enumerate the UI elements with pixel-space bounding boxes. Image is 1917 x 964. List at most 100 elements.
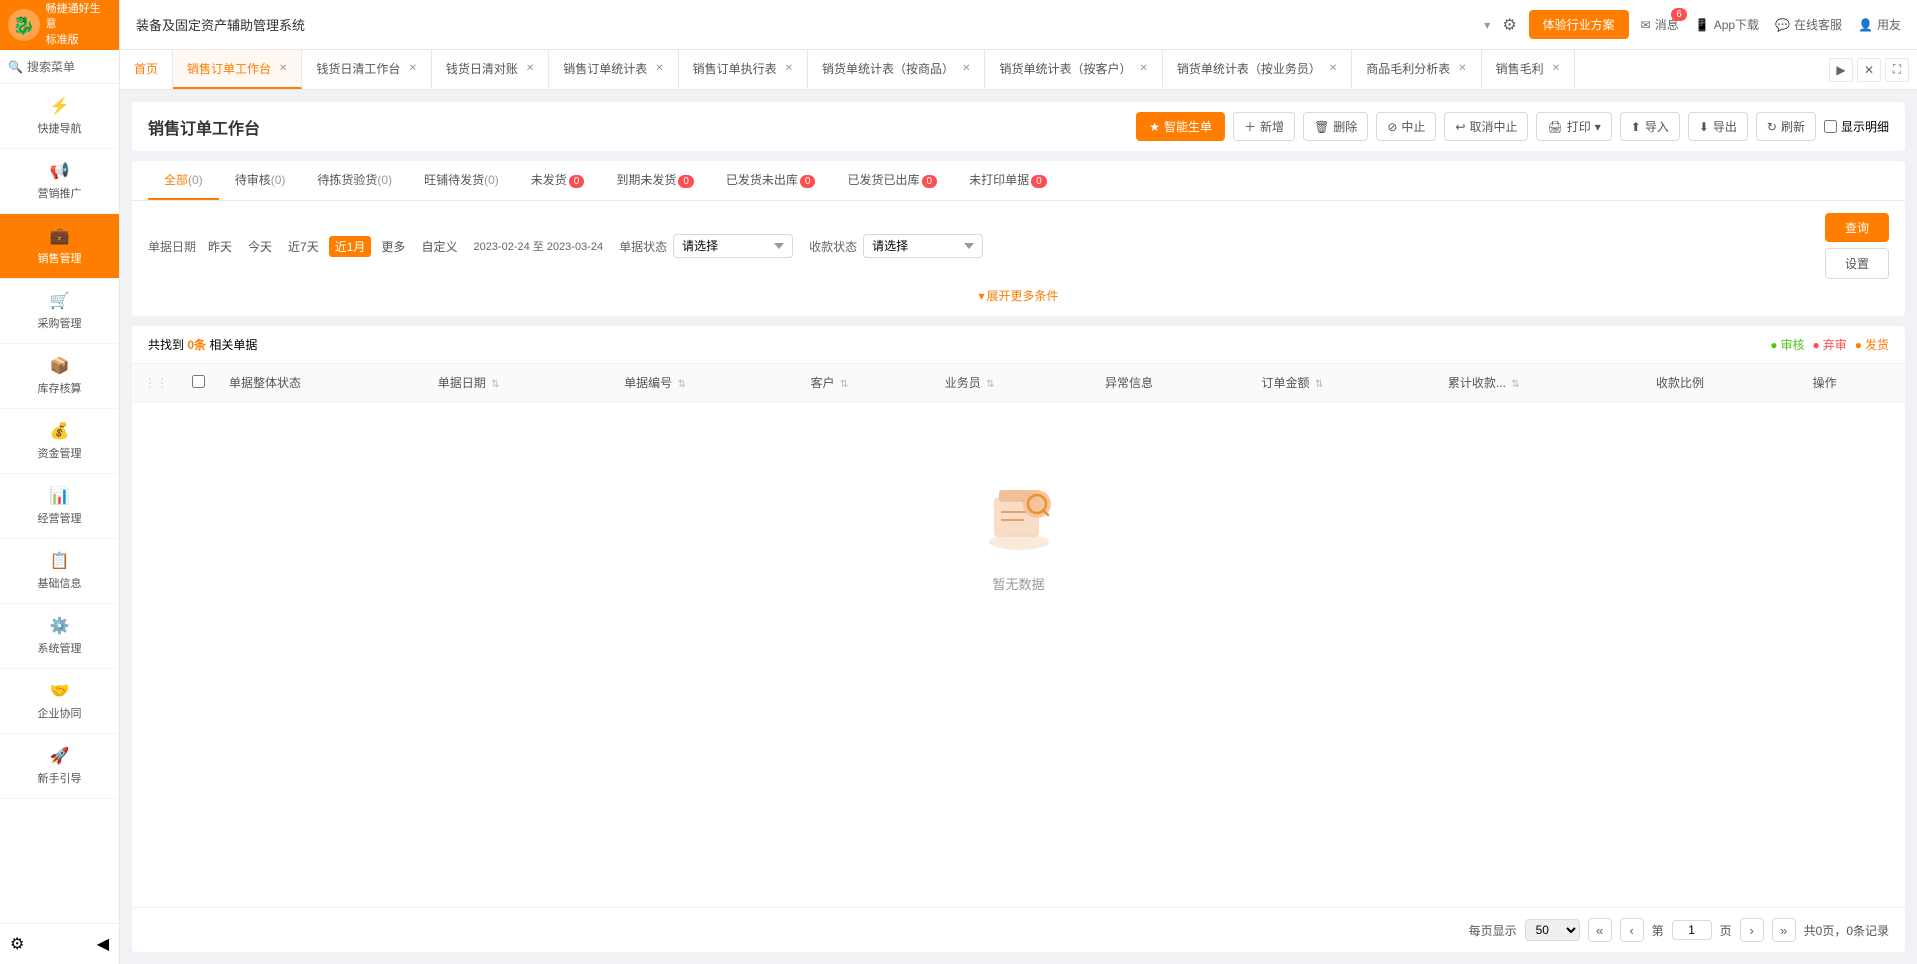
shortcut-7days[interactable]: 近7天 xyxy=(282,236,325,257)
tab-expand-icon[interactable]: ⛶ xyxy=(1885,58,1909,82)
tab-close-icon[interactable]: ✕ xyxy=(962,63,970,74)
tab-margin-analysis[interactable]: 商品毛利分析表 ✕ xyxy=(1352,50,1481,89)
user-item[interactable]: 👤 用友 xyxy=(1858,16,1901,33)
message-item[interactable]: ✉ 消息 6 xyxy=(1641,16,1679,33)
select-all-checkbox[interactable] xyxy=(192,375,205,388)
page-input[interactable] xyxy=(1672,920,1712,940)
tab-close-icon[interactable]: ✕ xyxy=(279,63,287,74)
import-button[interactable]: ⬆ 导入 xyxy=(1620,112,1680,141)
tab-sales-workbench[interactable]: 销售订单工作台 ✕ xyxy=(173,50,302,89)
sub-tab-wangpu-ship[interactable]: 旺铺待发货(0) xyxy=(408,161,515,200)
sub-tab-shipped-not-out[interactable]: 已发货未出库0 xyxy=(710,161,832,200)
sidebar-item-purchase[interactable]: 🛒 采购管理 xyxy=(0,279,119,344)
date-sort-icon[interactable]: ⇅ xyxy=(491,379,499,390)
tab-sales-exec[interactable]: 销售订单执行表 ✕ xyxy=(679,50,808,89)
online-service-item[interactable]: 💬 在线客服 xyxy=(1775,16,1842,33)
sidebar-item-inventory[interactable]: 📦 库存核算 xyxy=(0,344,119,409)
settings-gear-icon[interactable]: ⚙ xyxy=(1502,15,1516,35)
show-detail-checkbox-label[interactable]: 显示明细 xyxy=(1824,118,1889,135)
number-col-header[interactable]: 单据编号 ⇅ xyxy=(612,364,798,402)
tab-scroll-right-icon[interactable]: ▶ xyxy=(1829,58,1853,82)
ship-action-button[interactable]: ● 发货 xyxy=(1855,336,1889,353)
customer-col-header[interactable]: 客户 ⇅ xyxy=(798,364,932,402)
review-action-button[interactable]: ● 审核 xyxy=(1770,336,1804,353)
page-next-button[interactable]: › xyxy=(1740,918,1764,942)
amount-sort-icon[interactable]: ⇅ xyxy=(1315,379,1323,390)
sub-tab-pending-inspect[interactable]: 待拣货验货(0) xyxy=(301,161,408,200)
tab-sales-more[interactable]: 销售毛利 ✕ xyxy=(1482,50,1575,89)
shortcut-1month[interactable]: 近1月 xyxy=(329,236,372,257)
number-sort-icon[interactable]: ⇅ xyxy=(677,379,685,390)
sidebar-item-finance[interactable]: 💰 资金管理 xyxy=(0,409,119,474)
shortcut-yesterday[interactable]: 昨天 xyxy=(202,236,238,257)
page-first-button[interactable]: « xyxy=(1588,918,1612,942)
tab-close-icon[interactable]: ✕ xyxy=(655,63,663,74)
sub-tab-pending-review[interactable]: 待审核(0) xyxy=(219,161,302,200)
tab-close-icon[interactable]: ✕ xyxy=(1329,63,1337,74)
settings-icon[interactable]: ⚙ xyxy=(10,934,24,954)
sidebar-item-sales[interactable]: 💼 销售管理 xyxy=(0,214,119,279)
tab-close-icon[interactable]: ✕ xyxy=(408,63,416,74)
amount-col-header[interactable]: 订单金额 ⇅ xyxy=(1250,364,1436,402)
sidebar-item-guide[interactable]: 🚀 新手引导 xyxy=(0,734,119,799)
tab-close-all-icon[interactable]: ✕ xyxy=(1857,58,1881,82)
tab-sales-by-product[interactable]: 销货单统计表（按商品） ✕ xyxy=(808,50,985,89)
chevron-down-icon[interactable]: ▾ xyxy=(1484,18,1490,32)
checkbox-col-header[interactable] xyxy=(180,364,217,402)
date-col-header[interactable]: 单据日期 ⇅ xyxy=(426,364,612,402)
tab-close-icon[interactable]: ✕ xyxy=(1552,63,1560,74)
sidebar-item-operations[interactable]: 📊 经营管理 xyxy=(0,474,119,539)
suspend-button[interactable]: ⊘ 中止 xyxy=(1376,112,1436,141)
experience-btn[interactable]: 体验行业方案 xyxy=(1529,10,1629,39)
sidebar-item-cooperation[interactable]: 🤝 企业协同 xyxy=(0,669,119,734)
collect-filter-select[interactable]: 请选择 xyxy=(863,234,983,258)
cancel-suspend-button[interactable]: ↩ 取消中止 xyxy=(1444,112,1528,141)
tab-sales-by-customer[interactable]: 销货单统计表（按客户） ✕ xyxy=(985,50,1162,89)
tab-close-icon[interactable]: ✕ xyxy=(1458,63,1466,74)
tab-sales-stats[interactable]: 销售订单统计表 ✕ xyxy=(549,50,678,89)
per-page-select[interactable]: 50 10 20 100 xyxy=(1525,919,1580,941)
refresh-button[interactable]: ↻ 刷新 xyxy=(1756,112,1816,141)
tab-close-icon[interactable]: ✕ xyxy=(785,63,793,74)
status-filter-select[interactable]: 请选择 xyxy=(673,234,793,258)
smart-gen-button[interactable]: ★ 智能生单 xyxy=(1136,112,1225,141)
sub-tab-not-printed[interactable]: 未打印单据0 xyxy=(953,161,1063,200)
staff-sort-icon[interactable]: ⇅ xyxy=(986,379,994,390)
sub-tab-overdue-ship[interactable]: 到期未发货0 xyxy=(600,161,710,200)
sidebar-item-quick-nav[interactable]: ⚡ 快捷导航 xyxy=(0,84,119,149)
collapse-icon[interactable]: ◀ xyxy=(97,934,109,954)
tab-close-icon[interactable]: ✕ xyxy=(1139,63,1147,74)
sidebar-item-sys-mgmt[interactable]: ⚙️ 系统管理 xyxy=(0,604,119,669)
shortcut-custom[interactable]: 自定义 xyxy=(415,236,463,257)
query-button[interactable]: 查询 xyxy=(1825,213,1889,242)
sub-tab-all[interactable]: 全部(0) xyxy=(148,161,219,200)
expand-conditions-button[interactable]: ▾ 展开更多条件 xyxy=(978,287,1058,304)
empty-text: 暂无数据 xyxy=(992,574,1044,593)
export-button[interactable]: ⬇ 导出 xyxy=(1688,112,1748,141)
search-menu[interactable]: 🔍 搜索菜单 xyxy=(0,50,119,84)
shortcut-more[interactable]: 更多 xyxy=(375,236,411,257)
customer-sort-icon[interactable]: ⇅ xyxy=(840,379,848,390)
collected-col-header[interactable]: 累计收款... ⇅ xyxy=(1436,364,1644,402)
tab-sales-by-staff[interactable]: 销货单统计表（按业务员） ✕ xyxy=(1163,50,1352,89)
tab-home[interactable]: 首页 xyxy=(120,50,173,89)
collected-sort-icon[interactable]: ⇅ xyxy=(1511,379,1519,390)
app-download-item[interactable]: 📱 App下载 xyxy=(1695,16,1759,33)
page-prev-button[interactable]: ‹ xyxy=(1620,918,1644,942)
shortcut-today[interactable]: 今天 xyxy=(242,236,278,257)
sidebar-item-base-info[interactable]: 📋 基础信息 xyxy=(0,539,119,604)
add-button[interactable]: ＋ 新增 xyxy=(1233,112,1295,141)
tab-cash-reconcile[interactable]: 钱货日清对账 ✕ xyxy=(432,50,549,89)
sub-tab-shipped-out[interactable]: 已发货已出库0 xyxy=(831,161,953,200)
sub-tab-not-shipped[interactable]: 未发货0 xyxy=(515,161,601,200)
show-detail-checkbox[interactable] xyxy=(1824,120,1837,133)
staff-col-header[interactable]: 业务员 ⇅ xyxy=(933,364,1093,402)
tab-close-icon[interactable]: ✕ xyxy=(526,63,534,74)
tab-cash-clear[interactable]: 钱货日清工作台 ✕ xyxy=(302,50,431,89)
page-last-button[interactable]: » xyxy=(1772,918,1796,942)
set-button[interactable]: 设置 xyxy=(1825,248,1889,279)
cancel-review-action-button[interactable]: ● 弃审 xyxy=(1812,336,1846,353)
print-button[interactable]: 🖨 打印 ▾ xyxy=(1536,112,1611,141)
sidebar-item-marketing[interactable]: 📢 营销推广 xyxy=(0,149,119,214)
delete-button[interactable]: 🗑 删除 xyxy=(1303,112,1368,141)
